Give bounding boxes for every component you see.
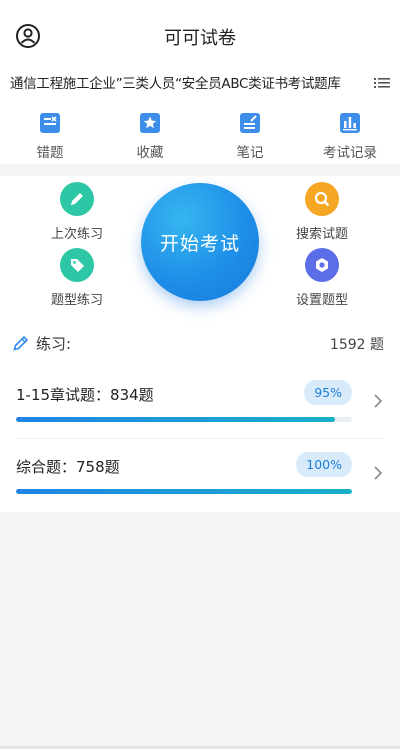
search-questions-button[interactable]: 搜索试题 [272, 182, 372, 242]
top-bar: 可可试卷 [0, 0, 400, 64]
question-type-practice-button[interactable]: 题型练习 [27, 248, 127, 308]
wrong-questions-icon [39, 112, 61, 134]
action-label: 题型练习 [50, 293, 103, 308]
chart-icon [339, 112, 361, 134]
page-title: 可可试卷 [164, 28, 236, 49]
quick-action-label: 笔记 [236, 145, 264, 161]
note-icon [239, 112, 261, 134]
tag-icon [60, 248, 94, 282]
search-icon [305, 182, 339, 216]
chevron-right-icon [372, 464, 384, 482]
quick-action-label: 考试记录 [323, 145, 377, 161]
set-question-type-button[interactable]: 设置题型 [272, 248, 372, 308]
chevron-right-icon [372, 392, 384, 410]
progress-fill [16, 417, 336, 422]
pencil-outline-icon [12, 334, 30, 352]
subject-title: 通信工程施工企业”三类人员“安全员ABC类证书考试题库 [10, 76, 341, 92]
practice-label: 练习: [36, 335, 72, 353]
last-practice-button[interactable]: 上次练习 [27, 182, 127, 242]
practice-row-comprehensive[interactable]: 综合题：758题 100% [16, 452, 384, 526]
start-exam-label: 开始考试 [159, 232, 240, 255]
practice-total-count: 1592 题 [329, 337, 384, 353]
quick-action-label: 收藏 [136, 145, 164, 161]
subject-bar[interactable]: 通信工程施工企业”三类人员“安全员ABC类证书考试题库 [0, 64, 400, 100]
list-menu-icon[interactable] [374, 75, 390, 89]
row-divider [16, 438, 384, 439]
quick-actions: 错题 收藏 笔记 考试记录 [0, 100, 400, 164]
start-exam-button[interactable]: 开始考试 [141, 183, 259, 301]
quick-action-label: 错题 [36, 145, 64, 161]
practice-section: 练习: 1592 题 1-15章试题：834题 95% 综合题：758题 100… [0, 324, 400, 512]
practice-row-chapters[interactable]: 1-15章试题：834题 95% [16, 380, 384, 454]
progress-track [16, 417, 352, 422]
row-title: 1-15章试题：834题 [16, 386, 154, 404]
quick-action-notes[interactable]: 笔记 [210, 112, 290, 161]
quick-action-favorites[interactable]: 收藏 [110, 112, 190, 161]
pencil-icon [60, 182, 94, 216]
star-book-icon [139, 112, 161, 134]
action-label: 上次练习 [50, 227, 103, 242]
quick-action-exam-records[interactable]: 考试记录 [310, 112, 390, 161]
exam-center: 上次练习 搜索试题 题型练习 设置题型 开始考试 [0, 176, 400, 324]
progress-fill [16, 489, 352, 494]
progress-badge: 100% [296, 452, 352, 477]
action-label: 设置题型 [295, 293, 348, 308]
progress-track [16, 489, 352, 494]
action-label: 搜索试题 [295, 227, 348, 242]
progress-badge: 95% [304, 380, 352, 405]
row-title: 综合题：758题 [16, 458, 120, 476]
quick-action-wrong[interactable]: 错题 [10, 112, 90, 161]
settings-icon [305, 248, 339, 282]
